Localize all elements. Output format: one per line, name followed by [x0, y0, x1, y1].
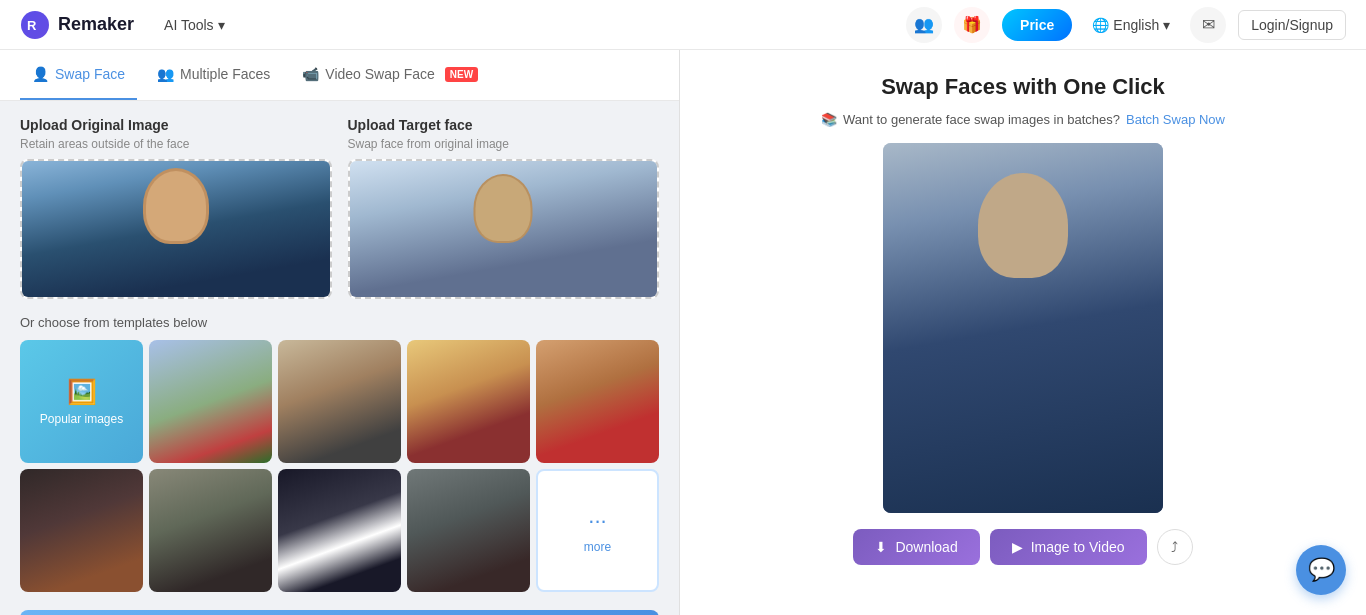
new-badge: NEW	[445, 67, 478, 82]
template-popular-images[interactable]: 🖼️ Popular images	[20, 340, 143, 463]
price-button[interactable]: Price	[1002, 9, 1072, 41]
template-item-2[interactable]	[278, 340, 401, 463]
chat-icon: 💬	[1308, 557, 1335, 583]
chevron-down-icon: ▾	[1163, 17, 1170, 33]
gallery-icon: 🖼️	[67, 378, 97, 406]
chat-fab-button[interactable]: 💬	[1296, 545, 1346, 595]
template-item-8[interactable]	[407, 469, 530, 592]
gift-icon-button[interactable]: 🎁	[954, 7, 990, 43]
template-item-7[interactable]	[278, 469, 401, 592]
tab-multiple-faces[interactable]: 👥 Multiple Faces	[145, 50, 282, 100]
original-upload-label: Upload Original Image	[20, 117, 332, 133]
stack-icon: 📚	[821, 112, 837, 127]
video-label: Image to Video	[1031, 539, 1125, 555]
header-left: R Remaker AI Tools ▾	[20, 10, 235, 40]
swap-button[interactable]: Swap	[20, 610, 659, 615]
more-dots-icon: ···	[588, 508, 606, 534]
video-icon: 📹	[302, 66, 319, 82]
result-image	[883, 143, 1163, 513]
template-item-3[interactable]	[407, 340, 530, 463]
tab-swap-face[interactable]: 👤 Swap Face	[20, 50, 137, 100]
target-face-preview	[350, 161, 658, 297]
share-button[interactable]: ⤴	[1157, 529, 1193, 565]
target-upload-label: Upload Target face	[348, 117, 660, 133]
users-icon-button[interactable]: 👥	[906, 7, 942, 43]
template-grid-row1: 🖼️ Popular images	[20, 340, 659, 463]
person-icon: 👤	[32, 66, 49, 82]
original-upload-sublabel: Retain areas outside of the face	[20, 137, 332, 151]
main-layout: 👤 Swap Face 👥 Multiple Faces 📹 Video Swa…	[0, 50, 1366, 615]
template-section: Or choose from templates below 🖼️ Popula…	[0, 315, 679, 598]
image-to-video-button[interactable]: ▶ Image to Video	[990, 529, 1147, 565]
language-selector[interactable]: 🌐 English ▾	[1084, 11, 1178, 39]
tab-video-swap-label: Video Swap Face	[325, 66, 434, 82]
target-upload-area[interactable]	[348, 159, 660, 299]
mail-icon-button[interactable]: ✉	[1190, 7, 1226, 43]
result-face-preview	[883, 143, 1163, 513]
popular-label: Popular images	[40, 412, 123, 426]
original-upload-area[interactable]	[20, 159, 332, 299]
header: R Remaker AI Tools ▾ 👥 🎁 Price 🌐 English…	[0, 0, 1366, 50]
batch-link[interactable]: Batch Swap Now	[1126, 112, 1225, 127]
logo-text: Remaker	[58, 14, 134, 35]
template-item-4[interactable]	[536, 340, 659, 463]
download-icon: ⬇	[875, 539, 887, 555]
template-choose-label: Or choose from templates below	[20, 315, 659, 330]
share-icon: ⤴	[1171, 539, 1178, 555]
logo[interactable]: R Remaker	[20, 10, 134, 40]
video-convert-icon: ▶	[1012, 539, 1023, 555]
header-right: 👥 🎁 Price 🌐 English ▾ ✉ Login/Signup	[906, 7, 1346, 43]
tab-swap-face-label: Swap Face	[55, 66, 125, 82]
template-item-1[interactable]	[149, 340, 272, 463]
result-title: Swap Faces with One Click	[881, 74, 1165, 100]
tab-multiple-faces-label: Multiple Faces	[180, 66, 270, 82]
download-button[interactable]: ⬇ Download	[853, 529, 979, 565]
logo-icon: R	[20, 10, 50, 40]
ai-tools-label: AI Tools	[164, 17, 214, 33]
template-grid-row2: ··· more	[20, 469, 659, 592]
result-actions: ⬇ Download ▶ Image to Video ⤴	[853, 529, 1192, 565]
original-face-preview	[22, 161, 330, 297]
template-item-6[interactable]	[149, 469, 272, 592]
language-label: English	[1113, 17, 1159, 33]
people-icon: 👥	[157, 66, 174, 82]
target-upload-sublabel: Swap face from original image	[348, 137, 660, 151]
original-upload-box: Upload Original Image Retain areas outsi…	[20, 117, 332, 299]
batch-description: Want to generate face swap images in bat…	[843, 112, 1120, 127]
svg-text:R: R	[27, 18, 37, 33]
template-more-button[interactable]: ··· more	[536, 469, 659, 592]
batch-info: 📚 Want to generate face swap images in b…	[821, 112, 1225, 127]
target-upload-box: Upload Target face Swap face from origin…	[348, 117, 660, 299]
download-label: Download	[895, 539, 957, 555]
globe-icon: 🌐	[1092, 17, 1109, 33]
tabs-bar: 👤 Swap Face 👥 Multiple Faces 📹 Video Swa…	[0, 50, 679, 101]
more-label: more	[584, 540, 611, 554]
right-panel: Swap Faces with One Click 📚 Want to gene…	[680, 50, 1366, 615]
template-item-5[interactable]	[20, 469, 143, 592]
swap-section: Swap	[0, 598, 679, 615]
tab-video-swap[interactable]: 📹 Video Swap Face NEW	[290, 50, 490, 100]
left-panel: 👤 Swap Face 👥 Multiple Faces 📹 Video Swa…	[0, 50, 680, 615]
login-button[interactable]: Login/Signup	[1238, 10, 1346, 40]
ai-tools-menu[interactable]: AI Tools ▾	[154, 11, 235, 39]
chevron-down-icon: ▾	[218, 17, 225, 33]
upload-section: Upload Original Image Retain areas outsi…	[0, 101, 679, 315]
